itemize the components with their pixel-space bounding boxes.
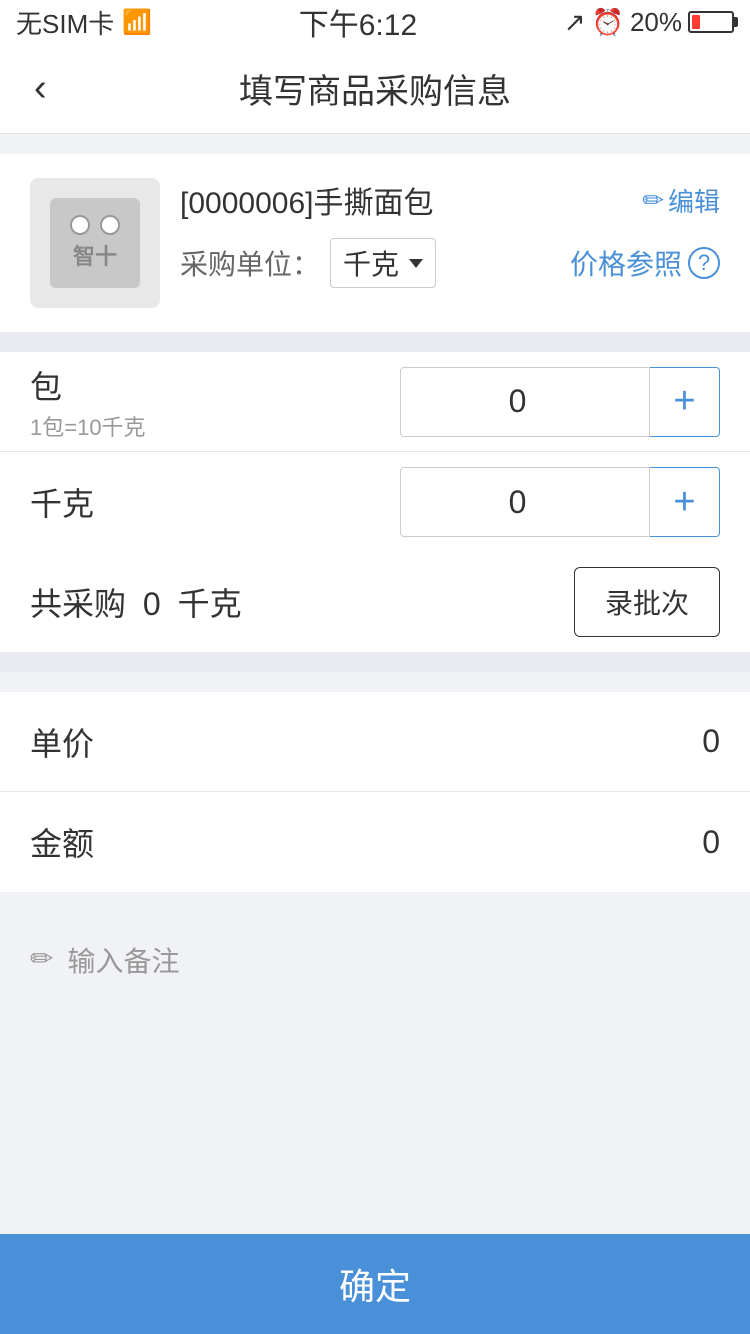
unit-price-value: 0 <box>702 723 720 760</box>
chevron-down-icon <box>409 259 423 268</box>
qianke-quantity-input[interactable] <box>400 467 650 537</box>
record-batch-button[interactable]: 录批次 <box>574 567 720 637</box>
status-left: 无SIM卡 📶 <box>16 4 152 41</box>
edit-button[interactable]: ✏ 编辑 <box>642 182 720 219</box>
owl-eye-left <box>70 215 90 235</box>
owl-text: 智十 <box>73 239 117 271</box>
nav-bar: ‹ 填写商品采购信息 <box>0 44 750 134</box>
total-prefix: 共采购 <box>30 586 126 622</box>
notes-placeholder: 输入备注 <box>67 940 179 980</box>
bao-quantity-input[interactable] <box>400 367 650 437</box>
battery-icon <box>688 11 734 33</box>
alarm-icon: ⏰ <box>592 7 624 38</box>
product-id: [0000006] <box>180 187 313 220</box>
total-row: 共采购 0 千克 录批次 <box>0 552 750 652</box>
total-value: 0 <box>143 586 161 622</box>
product-image: 智十 <box>30 178 160 308</box>
price-ref-button[interactable]: 价格参照 ? <box>570 243 720 283</box>
bao-sublabel: 1包=10千克 <box>30 410 146 442</box>
edit-icon: ✏ <box>642 185 664 216</box>
amount-label: 金额 <box>30 819 94 865</box>
edit-label: 编辑 <box>668 182 720 219</box>
product-card: 智十 [0000006]手撕面包 ✏ 编辑 采购单位： 千克 价格参照 ? <box>0 154 750 332</box>
bao-label-text: 包 <box>30 362 146 408</box>
status-bar: 无SIM卡 📶 下午6:12 ↗ ⏰ 20% <box>0 0 750 44</box>
battery-fill <box>692 15 700 29</box>
status-right: ↗ ⏰ 20% <box>564 7 734 38</box>
bao-input-row: 包 1包=10千克 + <box>0 352 750 452</box>
amount-row: 金额 0 <box>0 792 750 892</box>
section-separator-1 <box>0 332 750 352</box>
owl-eye-right <box>100 215 120 235</box>
unit-price-label: 单价 <box>30 719 94 765</box>
notes-section[interactable]: ✏ 输入备注 <box>0 912 750 1112</box>
pencil-icon: ✏ <box>30 942 53 975</box>
back-button[interactable]: ‹ <box>24 57 57 120</box>
unit-price-row: 单价 0 <box>0 692 750 792</box>
product-thumbnail: 智十 <box>50 198 140 288</box>
unit-row: 采购单位： 千克 价格参照 ? <box>180 238 720 288</box>
unit-label: 采购单位： <box>180 243 320 283</box>
price-section: 单价 0 金额 0 <box>0 692 750 892</box>
battery-percent: 20% <box>630 7 682 38</box>
product-name: [0000006]手撕面包 <box>180 178 433 222</box>
product-name-row: [0000006]手撕面包 ✏ 编辑 <box>180 178 720 222</box>
confirm-button[interactable]: 确定 <box>0 1234 750 1334</box>
total-unit: 千克 <box>178 586 242 622</box>
wifi-icon: 📶 <box>122 8 152 37</box>
page-title: 填写商品采购信息 <box>239 64 511 113</box>
help-icon: ? <box>688 247 720 279</box>
total-label: 共采购 0 千克 <box>30 579 242 625</box>
qianke-label-text: 千克 <box>30 479 94 525</box>
section-separator-2 <box>0 652 750 672</box>
bao-input-right: + <box>400 367 720 437</box>
input-section: 包 1包=10千克 + 千克 + <box>0 352 750 552</box>
qianke-label: 千克 <box>30 479 94 525</box>
owl-logo <box>70 215 120 235</box>
amount-value: 0 <box>702 824 720 861</box>
price-ref-label: 价格参照 <box>570 243 682 283</box>
bao-plus-button[interactable]: + <box>650 367 720 437</box>
product-info: [0000006]手撕面包 ✏ 编辑 采购单位： 千克 价格参照 ? <box>180 178 720 288</box>
bao-label: 包 1包=10千克 <box>30 362 146 442</box>
qianke-input-row: 千克 + <box>0 452 750 552</box>
unit-value: 千克 <box>343 243 399 283</box>
qianke-plus-button[interactable]: + <box>650 467 720 537</box>
status-time: 下午6:12 <box>299 0 417 44</box>
carrier-text: 无SIM卡 <box>16 4 114 41</box>
location-icon: ↗ <box>564 7 586 38</box>
product-title: 手撕面包 <box>313 187 433 220</box>
unit-select[interactable]: 千克 <box>330 238 436 288</box>
qianke-input-right: + <box>400 467 720 537</box>
